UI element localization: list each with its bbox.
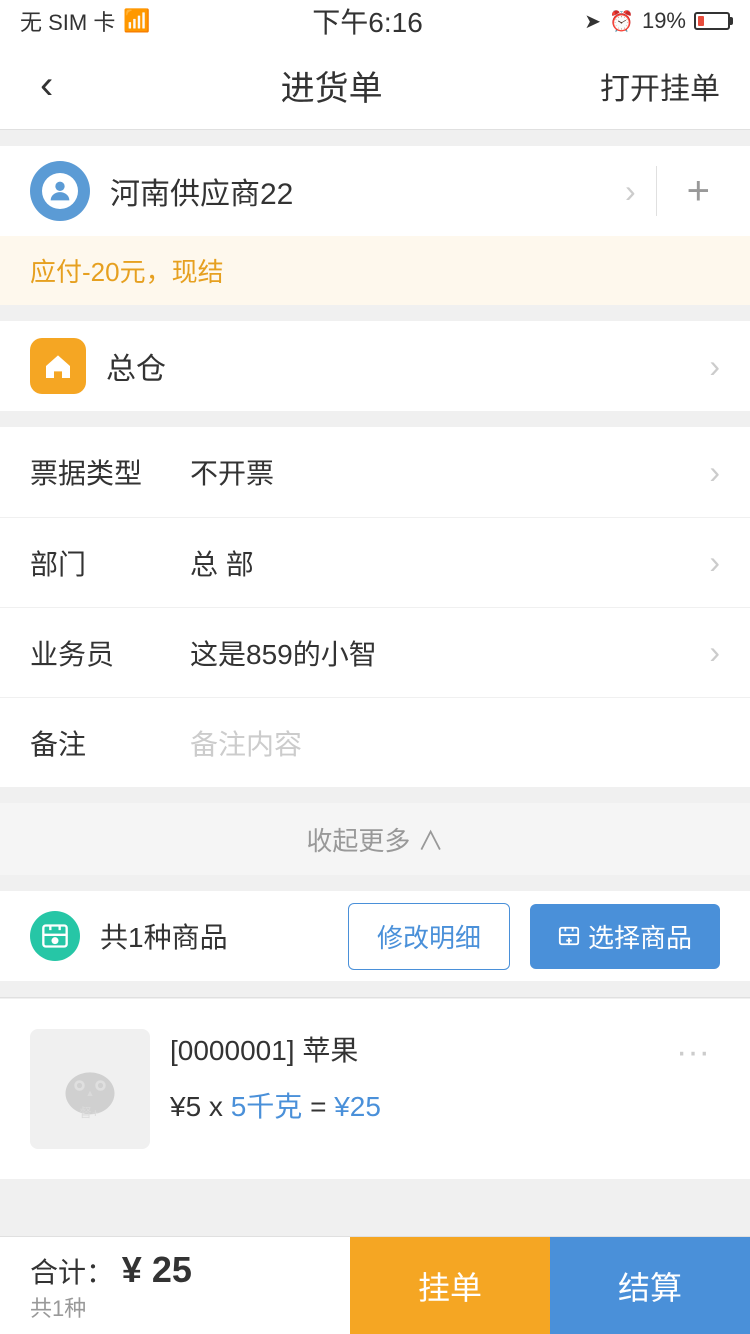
product-count-text: 共1种商品 <box>100 916 328 956</box>
status-carrier: 无 SIM 卡 📶 <box>20 5 151 37</box>
select-product-button[interactable]: 选择商品 <box>530 904 720 969</box>
product-code: [0000001] <box>170 1035 302 1066</box>
location-icon: ➤ <box>584 9 601 34</box>
footer: 合计： ¥ 25 共1种 挂单 结算 <box>0 1236 750 1334</box>
battery-indicator <box>694 12 730 30</box>
dept-row[interactable]: 部门 总 部 › <box>0 517 750 607</box>
supplier-row[interactable]: 河南供应商22 › + <box>0 146 750 236</box>
divider <box>0 997 750 998</box>
total-label: 合计： <box>30 1257 114 1288</box>
product-header: 共1种商品 修改明细 选择商品 <box>0 891 750 981</box>
settle-button[interactable]: 结算 <box>550 1237 750 1334</box>
battery-pct: 19% <box>642 8 686 34</box>
spacer-top <box>0 130 750 146</box>
remark-label: 备注 <box>30 723 170 763</box>
product-count-icon <box>30 911 80 961</box>
status-right: ➤ ⏰ 19% <box>584 8 730 34</box>
warehouse-row[interactable]: 总仓 › <box>0 321 750 411</box>
payment-note: 应付-20元，现结 <box>0 236 750 305</box>
warehouse-icon <box>30 338 86 394</box>
product-section: 共1种商品 修改明细 选择商品 <box>0 891 750 981</box>
qty-value: 5千克 <box>231 1091 303 1122</box>
product-item: 督+ [0000001] 苹果 ¥5 x 5千克 = ¥25 ··· <box>0 999 750 1179</box>
staff-row[interactable]: 业务员 这是859的小智 › <box>0 607 750 697</box>
product-name: [0000001] 苹果 <box>170 1029 646 1069</box>
product-price-row: ¥5 x 5千克 = ¥25 <box>170 1085 646 1125</box>
status-bar: 无 SIM 卡 📶 下午6:16 ➤ ⏰ 19% <box>0 0 750 42</box>
carrier-text: 无 SIM 卡 <box>20 5 115 37</box>
open-hang-button[interactable]: 打开挂单 <box>600 64 720 108</box>
product-details: [0000001] 苹果 ¥5 x 5千克 = ¥25 <box>170 1029 646 1125</box>
hang-button[interactable]: 挂单 <box>350 1237 550 1334</box>
bill-type-label: 票据类型 <box>30 452 170 492</box>
collapse-toggle[interactable]: 收起更多 ∧ <box>0 803 750 875</box>
total-sub: 共1种 <box>30 1291 320 1323</box>
equals-sign: = <box>310 1091 334 1122</box>
status-time: 下午6:16 <box>312 1 423 41</box>
back-button[interactable]: ‹ <box>30 53 63 118</box>
warehouse-name: 总仓 <box>106 344 709 388</box>
form-card: 票据类型 不开票 › 部门 总 部 › 业务员 这是859的小智 › 备注 备注… <box>0 427 750 787</box>
supplier-name: 河南供应商22 <box>110 169 625 213</box>
dept-chevron: › <box>709 544 720 581</box>
avatar-icon <box>42 173 78 209</box>
supplier-card: 河南供应商22 › + 应付-20元，现结 <box>0 146 750 305</box>
vertical-divider <box>656 166 657 216</box>
bill-type-chevron: › <box>709 454 720 491</box>
warehouse-chevron: › <box>709 348 720 385</box>
supplier-avatar <box>30 161 90 221</box>
wifi-icon: 📶 <box>123 8 150 34</box>
subtotal: ¥25 <box>334 1091 381 1122</box>
select-product-label: 选择商品 <box>588 918 692 955</box>
bill-type-value: 不开票 <box>170 452 709 492</box>
staff-label: 业务员 <box>30 633 170 673</box>
supplier-chevron: › <box>625 173 636 210</box>
bill-type-row[interactable]: 票据类型 不开票 › <box>0 427 750 517</box>
alarm-icon: ⏰ <box>609 9 634 34</box>
unit-price: ¥5 x <box>170 1091 231 1122</box>
collapse-text: 收起更多 ∧ <box>306 821 443 858</box>
total-amount: ¥ 25 <box>122 1249 192 1290</box>
total-row: 合计： ¥ 25 <box>30 1249 320 1291</box>
product-title: 苹果 <box>302 1035 358 1066</box>
footer-total: 合计： ¥ 25 共1种 <box>0 1249 350 1323</box>
product-thumbnail: 督+ <box>30 1029 150 1149</box>
page-title: 进货单 <box>281 61 383 110</box>
svg-text:督+: 督+ <box>80 1105 99 1120</box>
dept-value: 总 部 <box>170 543 709 583</box>
dept-label: 部门 <box>30 543 170 583</box>
spacer-mid <box>0 875 750 891</box>
remark-input[interactable]: 备注内容 <box>170 723 720 763</box>
warehouse-card: 总仓 › <box>0 321 750 411</box>
staff-value: 这是859的小智 <box>170 633 709 673</box>
edit-details-button[interactable]: 修改明细 <box>348 903 510 970</box>
remark-row[interactable]: 备注 备注内容 <box>0 697 750 787</box>
nav-bar: ‹ 进货单 打开挂单 <box>0 42 750 130</box>
staff-chevron: › <box>709 634 720 671</box>
owl-logo: 督+ <box>55 1054 125 1124</box>
product-more-button[interactable]: ··· <box>666 1029 720 1076</box>
add-supplier-button[interactable]: + <box>677 159 720 224</box>
